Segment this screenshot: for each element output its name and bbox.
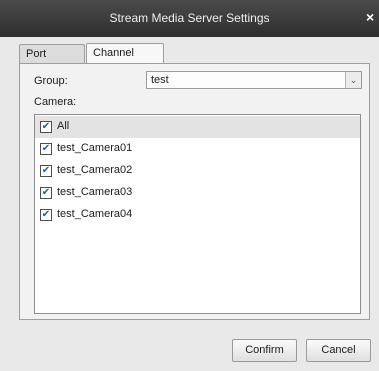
group-select-value: test xyxy=(151,74,169,86)
list-item-label: All xyxy=(57,120,70,132)
chevron-down-icon[interactable]: ⌄ xyxy=(345,72,361,88)
checkbox-camera03[interactable]: ✔ xyxy=(40,187,52,199)
window-title: Stream Media Server Settings xyxy=(109,11,270,25)
checkbox-camera02[interactable]: ✔ xyxy=(40,165,52,177)
list-item[interactable]: ✔ test_Camera04 xyxy=(35,204,360,226)
camera-list: ✔ All ✔ test_Camera01 ✔ test_Camera02 ✔ … xyxy=(34,114,361,314)
camera-label: Camera: xyxy=(34,96,77,108)
tab-port-config[interactable]: Port Config xyxy=(19,44,85,79)
list-item-label: test_Camera03 xyxy=(57,186,133,198)
group-select[interactable]: test ⌄ xyxy=(146,71,362,89)
checkbox-all[interactable]: ✔ xyxy=(40,121,52,133)
checkbox-camera01[interactable]: ✔ xyxy=(40,143,52,155)
settings-dialog: Stream Media Server Settings × Port Conf… xyxy=(0,0,379,371)
list-item-label: test_Camera04 xyxy=(57,208,133,220)
title-bar: Stream Media Server Settings × xyxy=(0,0,379,37)
list-item-label: test_Camera01 xyxy=(57,142,133,154)
close-icon[interactable]: × xyxy=(366,9,374,25)
list-item-all[interactable]: ✔ All xyxy=(35,116,360,138)
list-item-label: test_Camera02 xyxy=(57,164,133,176)
list-item[interactable]: ✔ test_Camera01 xyxy=(35,138,360,160)
list-item[interactable]: ✔ test_Camera03 xyxy=(35,182,360,204)
tab-channel-config[interactable]: Channel Config xyxy=(86,43,164,78)
confirm-button[interactable]: Confirm xyxy=(232,339,297,362)
cancel-button[interactable]: Cancel xyxy=(306,339,371,362)
list-item[interactable]: ✔ test_Camera02 xyxy=(35,160,360,182)
checkbox-camera04[interactable]: ✔ xyxy=(40,209,52,221)
group-label: Group: xyxy=(34,75,68,87)
